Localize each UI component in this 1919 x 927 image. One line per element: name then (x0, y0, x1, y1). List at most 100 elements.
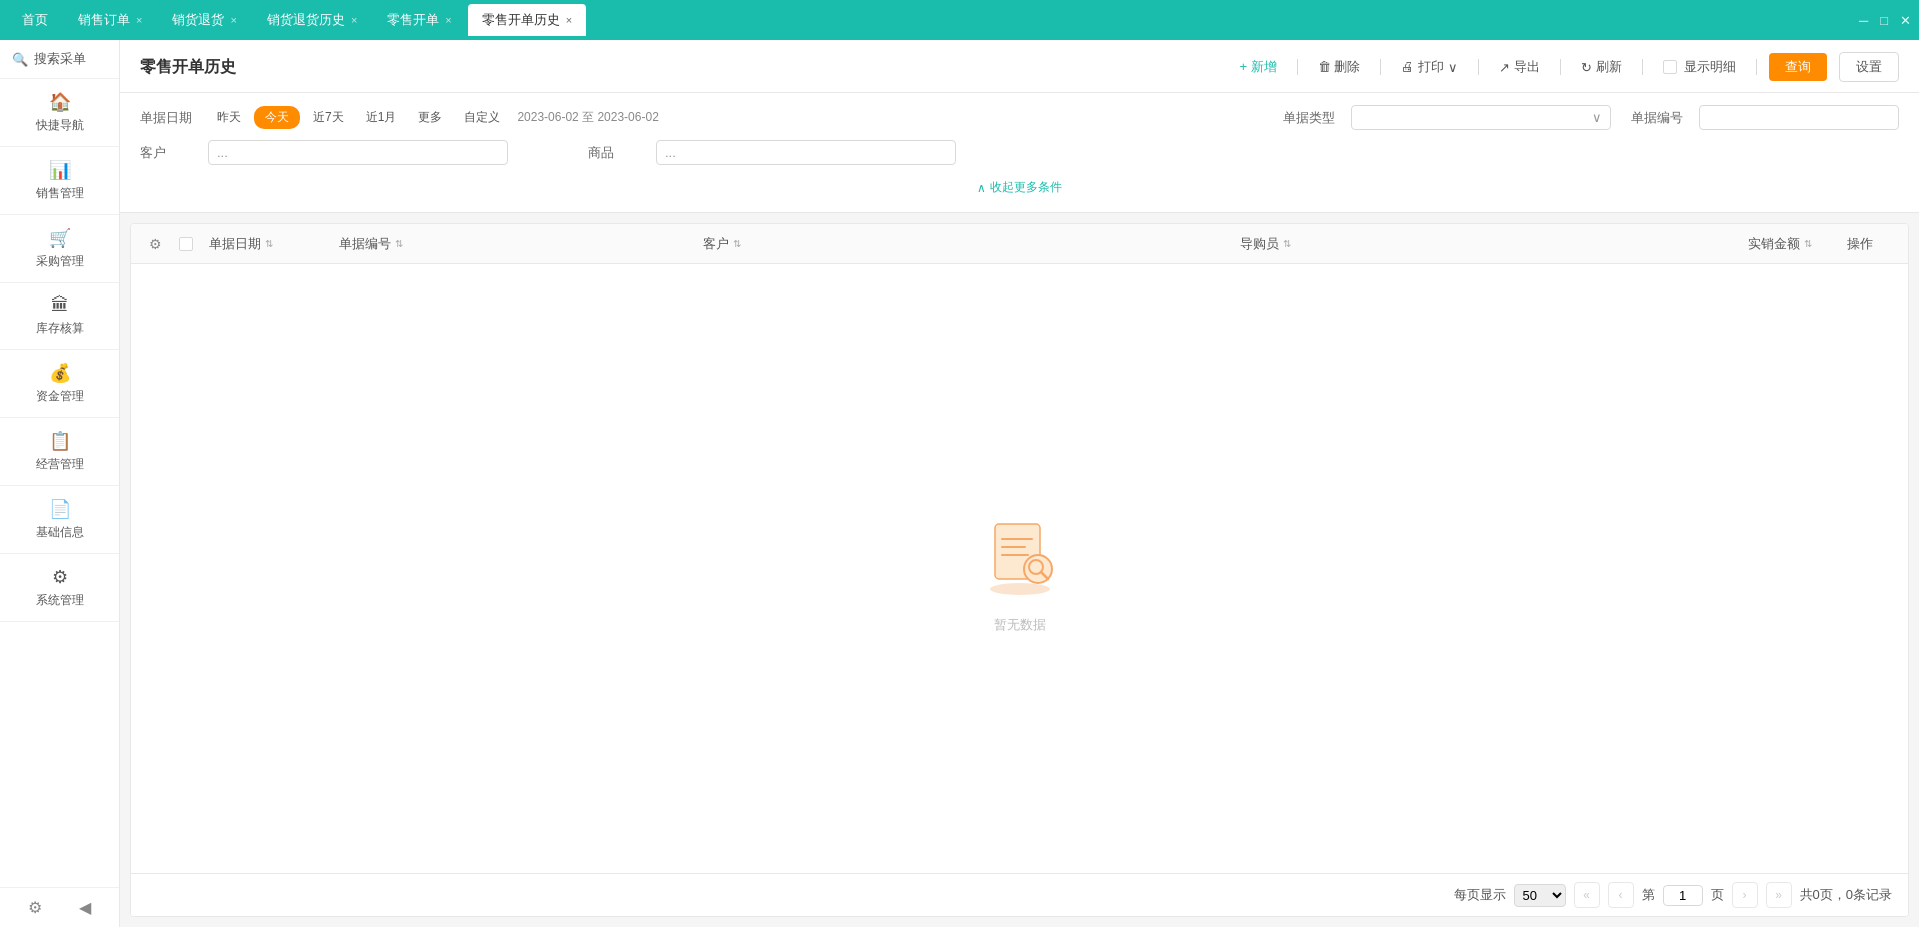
pagination-last[interactable]: » (1766, 882, 1792, 908)
print-arrow: ∨ (1448, 60, 1458, 75)
inventory-icon: 🏛 (51, 295, 69, 316)
th-customer: 客户 ⇅ (695, 235, 1233, 253)
date-btn-last7[interactable]: 近7天 (304, 106, 353, 129)
filter-bill-no-label: 单据编号 (1631, 109, 1691, 127)
sidebar-item-sales-label: 销售管理 (36, 185, 84, 202)
divider-5 (1642, 59, 1643, 75)
table-header: ⚙ 单据日期 ⇅ 单据编号 ⇅ 客户 ⇅ 导购员 ⇅ (131, 224, 1908, 264)
main-layout: 🔍 搜索采单 🏠 快捷导航 📊 销售管理 🛒 采购管理 🏛 库存核算 💰 资金管… (0, 40, 1919, 927)
sys-mgmt-icon: ⚙ (52, 566, 68, 588)
th-customer-sort[interactable]: ⇅ (733, 238, 741, 249)
tab-retail-open[interactable]: 零售开单 × (373, 4, 465, 36)
th-billno-label: 单据编号 (339, 235, 391, 253)
collapse-filter-row[interactable]: ∧ 收起更多条件 (140, 175, 1899, 200)
per-page-select[interactable]: 10 20 50 100 (1514, 884, 1566, 907)
tab-home[interactable]: 首页 (8, 4, 62, 36)
sidebar-item-inventory-label: 库存核算 (36, 320, 84, 337)
tab-retail-open-history-label: 零售开单历史 (482, 11, 560, 29)
content-area: 零售开单历史 + 新增 🗑 删除 🖨 打印 ∨ (120, 40, 1919, 927)
tab-retail-open-history[interactable]: 零售开单历史 × (468, 4, 586, 36)
tab-retail-open-close[interactable]: × (445, 14, 451, 26)
th-date: 单据日期 ⇅ (201, 235, 331, 253)
table-settings-btn[interactable]: ⚙ (139, 236, 171, 252)
tab-sales-return-history[interactable]: 销货退货历史 × (253, 4, 371, 36)
date-btn-yesterday[interactable]: 昨天 (208, 106, 250, 129)
sidebar-settings-btn[interactable]: ⚙ (28, 898, 42, 917)
th-date-sort[interactable]: ⇅ (265, 238, 273, 249)
refresh-label: 刷新 (1596, 58, 1622, 76)
sidebar-item-finance[interactable]: 💰 资金管理 (0, 350, 119, 418)
operations-icon: 📋 (49, 430, 71, 452)
sidebar-item-sys-mgmt[interactable]: ⚙ 系统管理 (0, 554, 119, 622)
per-page-label: 每页显示 (1454, 886, 1506, 904)
tab-sales-return[interactable]: 销货退货 × (158, 4, 250, 36)
window-minimize[interactable]: ─ (1859, 13, 1868, 28)
sidebar-item-base-info-label: 基础信息 (36, 524, 84, 541)
customer-placeholder: ... (217, 145, 228, 160)
sidebar-item-operations[interactable]: 📋 经营管理 (0, 418, 119, 486)
tab-sales-return-label: 销货退货 (172, 11, 224, 29)
pagination-first[interactable]: « (1574, 882, 1600, 908)
settings-button[interactable]: 设置 (1839, 52, 1899, 82)
date-btn-last1m[interactable]: 近1月 (357, 106, 406, 129)
page-label: 第 (1642, 886, 1655, 904)
refresh-button[interactable]: ↻ 刷新 (1573, 54, 1630, 80)
pagination-next[interactable]: › (1732, 882, 1758, 908)
delete-button[interactable]: 🗑 删除 (1310, 54, 1369, 80)
export-icon: ↗ (1499, 60, 1510, 75)
next-page-icon: › (1743, 888, 1747, 902)
window-maximize[interactable]: □ (1880, 13, 1888, 28)
filter-goods: 商品 ... (588, 140, 956, 165)
date-btn-custom[interactable]: 自定义 (455, 106, 509, 129)
query-button[interactable]: 查询 (1769, 53, 1827, 81)
page-title: 零售开单历史 (140, 57, 236, 78)
sidebar-item-inventory[interactable]: 🏛 库存核算 (0, 283, 119, 350)
finance-icon: 💰 (49, 362, 71, 384)
page-title-row: 零售开单历史 + 新增 🗑 删除 🖨 打印 ∨ (140, 52, 1899, 92)
toolbar-right: + 新增 🗑 删除 🖨 打印 ∨ ↗ 导出 (1232, 52, 1899, 82)
tab-sales-order-close[interactable]: × (136, 14, 142, 26)
date-btn-more[interactable]: 更多 (409, 106, 451, 129)
sidebar-search-label: 搜索采单 (34, 50, 86, 68)
filter-date-buttons: 昨天 今天 近7天 近1月 更多 自定义 (208, 106, 509, 129)
tab-retail-open-history-close[interactable]: × (566, 14, 572, 26)
date-btn-today[interactable]: 今天 (254, 106, 300, 129)
filter-goods-input[interactable]: ... (656, 140, 956, 165)
filter-customer-input[interactable]: ... (208, 140, 508, 165)
pagination-prev[interactable]: ‹ (1608, 882, 1634, 908)
sidebar-item-quick-nav[interactable]: 🏠 快捷导航 (0, 79, 119, 147)
tab-sales-order[interactable]: 销售订单 × (64, 4, 156, 36)
th-date-label: 单据日期 (209, 235, 261, 253)
home-icon: 🏠 (49, 91, 71, 113)
filter-bill-no-input[interactable] (1699, 105, 1899, 130)
collapse-label: 收起更多条件 (990, 179, 1062, 196)
select-all-checkbox[interactable] (179, 237, 193, 251)
th-amount: 实销金额 ⇅ (1700, 235, 1820, 253)
tab-sales-return-history-close[interactable]: × (351, 14, 357, 26)
tab-home-label: 首页 (22, 11, 48, 29)
print-button[interactable]: 🖨 打印 ∨ (1393, 54, 1466, 80)
sidebar-search[interactable]: 🔍 搜索采单 (0, 40, 119, 79)
sidebar-item-purchase-mgmt[interactable]: 🛒 采购管理 (0, 215, 119, 283)
add-button[interactable]: + 新增 (1232, 54, 1285, 80)
table-select-all[interactable] (171, 237, 201, 251)
th-salesperson-sort[interactable]: ⇅ (1283, 238, 1291, 249)
filter-bill-type-select[interactable]: ∨ (1351, 105, 1611, 130)
sidebar-item-base-info[interactable]: 📄 基础信息 (0, 486, 119, 554)
divider-6 (1756, 59, 1757, 75)
export-button[interactable]: ↗ 导出 (1491, 54, 1548, 80)
window-close[interactable]: ✕ (1900, 13, 1911, 28)
show-detail-btn[interactable]: 显示明细 (1655, 54, 1744, 80)
th-ops: 操作 (1820, 235, 1900, 253)
tab-sales-return-close[interactable]: × (230, 14, 236, 26)
page-input[interactable] (1663, 885, 1703, 906)
sidebar-item-sales-mgmt[interactable]: 📊 销售管理 (0, 147, 119, 215)
delete-label: 🗑 删除 (1318, 58, 1361, 76)
th-ops-label: 操作 (1847, 235, 1873, 253)
th-billno: 单据编号 ⇅ (331, 235, 695, 253)
th-amount-sort[interactable]: ⇅ (1804, 238, 1812, 249)
collapse-icon: ∧ (977, 181, 986, 195)
show-detail-label: 显示明细 (1684, 58, 1736, 76)
sidebar-collapse-btn[interactable]: ◀ (79, 898, 91, 917)
th-billno-sort[interactable]: ⇅ (395, 238, 403, 249)
